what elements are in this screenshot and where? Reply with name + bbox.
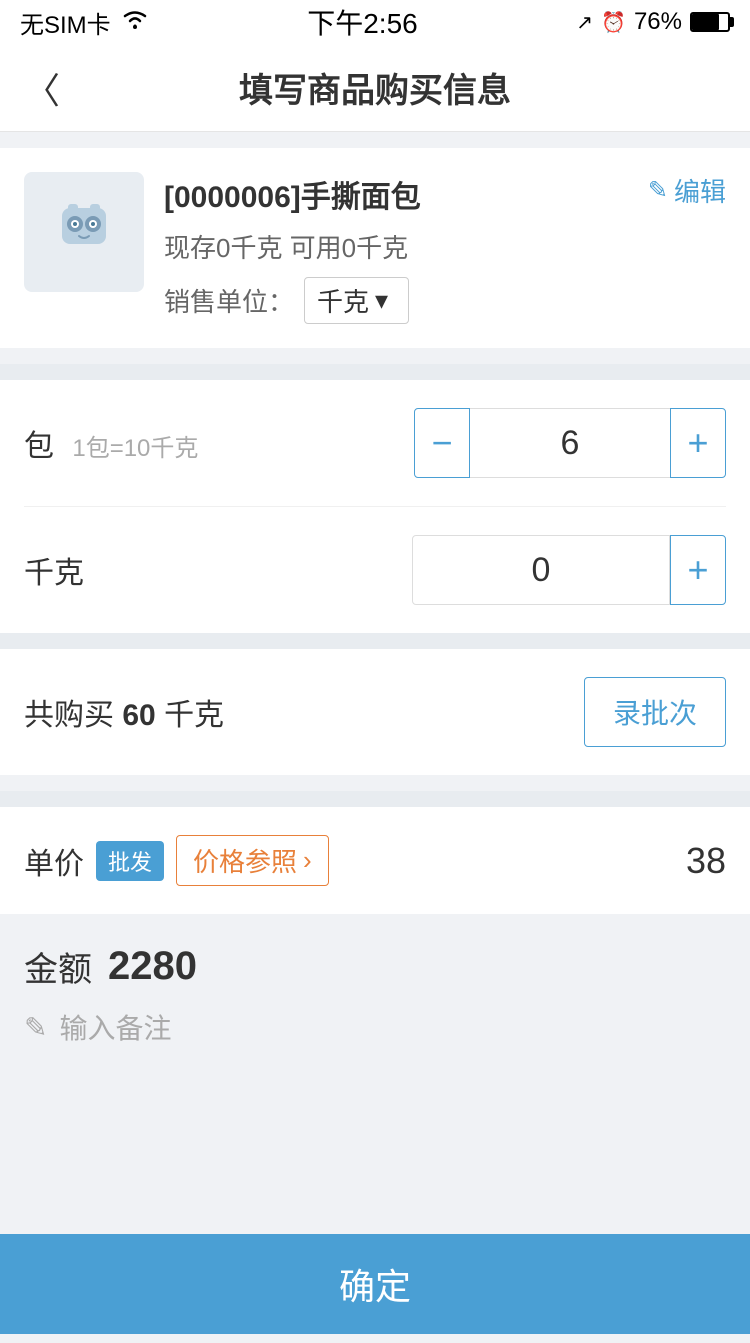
amount-row: 金额 2280 — [24, 942, 726, 991]
bao-increment-button[interactable]: + — [670, 408, 726, 478]
price-tag: 批发 — [96, 841, 164, 881]
amount-section: 金额 2280 ✎ 输入备注 — [0, 914, 750, 1063]
alarm-icon: ⏰ — [601, 10, 626, 35]
unit-select[interactable]: 千克 ▾ — [304, 277, 409, 324]
total-section: 共购买 60 千克 录批次 — [0, 649, 750, 775]
bao-qty-control: − + — [414, 408, 726, 478]
remark-row[interactable]: ✎ 输入备注 — [24, 1007, 726, 1047]
bao-sub: 1包=10千克 — [72, 435, 198, 462]
location-icon: ↗ — [576, 10, 593, 35]
unit-label: 销售单位： — [164, 282, 294, 319]
product-unit-row: 销售单位： 千克 ▾ — [164, 277, 726, 324]
status-time: 下午2:56 — [307, 2, 418, 42]
amount-value: 2280 — [108, 944, 197, 989]
product-info: [0000006]手撕面包 现存0千克 可用0千克 销售单位： 千克 ▾ — [164, 172, 726, 324]
bao-row: 包 1包=10千克 − + — [24, 380, 726, 507]
price-reference-button[interactable]: 价格参照 › — [176, 835, 329, 886]
kg-label: 千克 — [24, 548, 412, 592]
kg-increment-button[interactable]: + — [670, 535, 726, 605]
remark-icon: ✎ — [24, 1011, 47, 1044]
bao-decrement-button[interactable]: − — [414, 408, 470, 478]
product-stock: 现存0千克 可用0千克 — [164, 228, 726, 265]
confirm-button[interactable]: 确定 — [0, 1234, 750, 1334]
confirm-label: 确定 — [339, 1258, 411, 1310]
amount-label: 金额 — [24, 942, 92, 991]
back-button[interactable]: 〈 — [24, 62, 60, 114]
status-bar: 无SIM卡 下午2:56 ↗ ⏰ 76% — [0, 0, 750, 44]
wifi-icon — [121, 8, 149, 37]
bao-label: 包 1包=10千克 — [24, 421, 414, 465]
total-text: 共购买 60 千克 — [24, 690, 224, 734]
product-name: [0000006]手撕面包 — [164, 172, 726, 216]
product-card: [0000006]手撕面包 现存0千克 可用0千克 销售单位： 千克 ▾ ✎ 编… — [0, 148, 750, 348]
section-separator-3 — [0, 791, 750, 807]
page-title: 填写商品购买信息 — [239, 63, 511, 112]
section-separator — [0, 364, 750, 380]
kg-qty-control: + — [412, 535, 726, 605]
price-label: 单价 — [24, 839, 84, 883]
quantity-section: 包 1包=10千克 − + 千克 + — [0, 380, 750, 633]
remark-placeholder: 输入备注 — [59, 1007, 171, 1047]
price-ref-arrow-icon: › — [303, 845, 312, 876]
carrier-text: 无SIM卡 — [20, 5, 111, 40]
edit-button[interactable]: ✎ 编辑 — [648, 172, 726, 209]
unit-value: 千克 — [317, 282, 369, 319]
price-value: 38 — [686, 840, 726, 882]
status-right: ↗ ⏰ 76% — [576, 8, 730, 36]
product-logo-icon — [54, 196, 114, 268]
battery-icon — [690, 12, 730, 32]
edit-icon: ✎ — [648, 176, 668, 205]
kg-input[interactable] — [412, 535, 670, 605]
batch-button[interactable]: 录批次 — [584, 677, 726, 747]
price-section: 单价 批发 价格参照 › 38 — [0, 807, 750, 914]
dropdown-arrow-icon: ▾ — [375, 285, 388, 316]
edit-label: 编辑 — [674, 172, 726, 209]
product-thumbnail — [24, 172, 144, 292]
battery-percent: 76% — [634, 8, 682, 36]
price-ref-label: 价格参照 — [193, 842, 297, 879]
kg-row: 千克 + — [24, 507, 726, 633]
total-amount: 60 — [122, 699, 155, 732]
status-left: 无SIM卡 — [20, 5, 149, 40]
nav-bar: 〈 填写商品购买信息 — [0, 44, 750, 132]
bao-input[interactable] — [470, 408, 670, 478]
section-separator-2 — [0, 633, 750, 649]
